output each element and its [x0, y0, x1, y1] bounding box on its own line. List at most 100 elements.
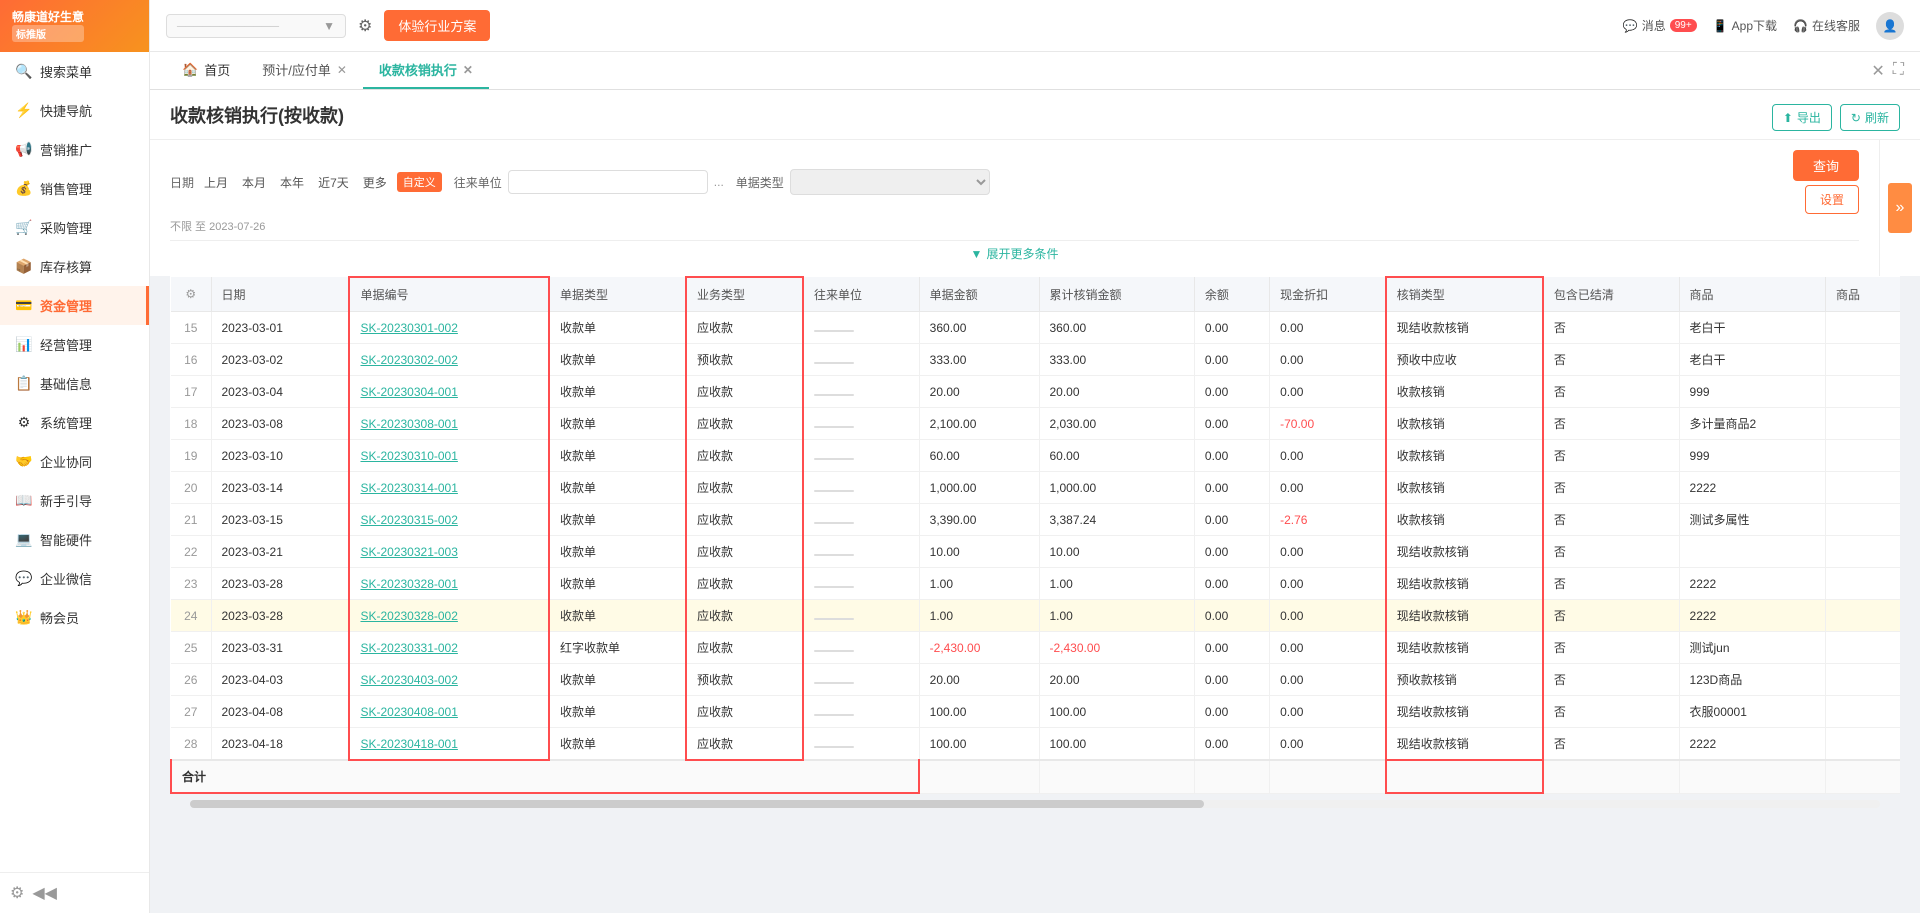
gear-button[interactable]: ⚙	[358, 16, 372, 36]
filter-expand-btn[interactable]: »	[1888, 183, 1912, 233]
settings-bottom-icon[interactable]: ⚙	[10, 883, 24, 903]
tab-prepay[interactable]: 预计/应付单 ✕	[246, 52, 363, 89]
cell-cum-amount: 60.00	[1039, 440, 1194, 472]
single-no-link[interactable]: SK-20230408-001	[360, 705, 457, 719]
sidebar-item-0[interactable]: 🔍搜索菜单	[0, 52, 149, 91]
cell-date: 2023-03-15	[211, 504, 349, 536]
th-include-settled: 包含已结清	[1543, 277, 1679, 312]
refresh-button[interactable]: ↻ 刷新	[1840, 104, 1900, 131]
sidebar-icon-11: 📖	[16, 493, 32, 509]
th-single-type: 单据类型	[549, 277, 686, 312]
date-custom-btn[interactable]: 自定义	[397, 172, 442, 192]
table-body: 15 2023-03-01 SK-20230301-002 收款单 应收款 36…	[171, 312, 1900, 761]
sidebar-label-0: 搜索菜单	[40, 62, 92, 81]
date-prev-month[interactable]: 上月	[200, 172, 232, 193]
sidebar-item-4[interactable]: 🛒采购管理	[0, 208, 149, 247]
single-no-link[interactable]: SK-20230315-002	[360, 513, 457, 527]
settings-button[interactable]: 设置	[1805, 185, 1859, 214]
cell-biz-type: 应收款	[686, 728, 803, 761]
sidebar-label-6: 资金管理	[40, 296, 92, 315]
industry-solution-button[interactable]: 体验行业方案	[384, 10, 490, 41]
table-footer-row: 合计	[171, 760, 1900, 793]
footer-cum	[1039, 760, 1194, 793]
online-service-button[interactable]: 🎧 在线客服	[1793, 17, 1860, 34]
tab-writeoff[interactable]: 收款核销执行 ✕	[363, 52, 489, 89]
single-no-link[interactable]: SK-20230328-002	[360, 609, 457, 623]
cell-write-off-type: 收款核销	[1386, 504, 1543, 536]
single-no-link[interactable]: SK-20230418-001	[360, 737, 457, 751]
single-no-link[interactable]: SK-20230301-002	[360, 321, 457, 335]
single-no-link[interactable]: SK-20230310-001	[360, 449, 457, 463]
voucher-type-filter: 单据类型	[736, 169, 990, 195]
sidebar-item-11[interactable]: 📖新手引导	[0, 481, 149, 520]
single-no-link[interactable]: SK-20230314-001	[360, 481, 457, 495]
tab-prepay-close[interactable]: ✕	[337, 63, 347, 77]
maximize-icon[interactable]: ⛶	[1893, 61, 1904, 81]
sidebar-label-7: 经营管理	[40, 335, 92, 354]
export-button[interactable]: ⬆ 导出	[1772, 104, 1832, 131]
single-no-link[interactable]: SK-20230328-001	[360, 577, 457, 591]
counterparty-input[interactable]	[508, 170, 708, 194]
th-balance: 余额	[1194, 277, 1269, 312]
sidebar-item-10[interactable]: 🤝企业协同	[0, 442, 149, 481]
single-no-link[interactable]: SK-20230304-001	[360, 385, 457, 399]
sidebar-item-9[interactable]: ⚙系统管理	[0, 403, 149, 442]
cell-single-type: 收款单	[549, 472, 686, 504]
cell-product: 2222	[1679, 600, 1826, 632]
th-settings[interactable]: ⚙	[171, 277, 211, 312]
counterparty-more-icon[interactable]: ...	[714, 175, 724, 189]
voucher-type-select[interactable]	[790, 169, 990, 195]
th-write-off-type: 核销类型	[1386, 277, 1543, 312]
app-download-button[interactable]: 📱 App下载	[1713, 17, 1777, 34]
sidebar-item-7[interactable]: 📊经营管理	[0, 325, 149, 364]
single-no-link[interactable]: SK-20230302-002	[360, 353, 457, 367]
cell-single-no: SK-20230328-002	[349, 600, 549, 632]
date-more[interactable]: 更多	[359, 172, 391, 193]
cell-balance: 0.00	[1194, 504, 1269, 536]
company-selector[interactable]: ──────────── ▼	[166, 14, 346, 38]
cell-product: 2222	[1679, 568, 1826, 600]
date-7days[interactable]: 近7天	[314, 172, 353, 193]
collapse-icon[interactable]: ◀◀	[32, 883, 57, 903]
sidebar-item-12[interactable]: 💻智能硬件	[0, 520, 149, 559]
single-no-link[interactable]: SK-20230403-002	[360, 673, 457, 687]
sidebar-item-2[interactable]: 📢营销推广	[0, 130, 149, 169]
sidebar-item-5[interactable]: 📦库存核算	[0, 247, 149, 286]
date-cur-month[interactable]: 本月	[238, 172, 270, 193]
messages-button[interactable]: 💬 消息 99+	[1623, 17, 1697, 34]
single-no-link[interactable]: SK-20230331-002	[360, 641, 457, 655]
date-cur-year[interactable]: 本年	[276, 172, 308, 193]
table-head: ⚙ 日期 单据编号 单据类型 业务类型 往来单位 单据金额 累计核销金额 余额 …	[171, 277, 1900, 312]
single-no-link[interactable]: SK-20230308-001	[360, 417, 457, 431]
horizontal-scrollbar[interactable]	[170, 800, 1900, 808]
expand-more-btn[interactable]: ▼ 展开更多条件	[170, 240, 1859, 266]
counterparty-value	[814, 330, 854, 332]
headset-icon: 🎧	[1793, 19, 1808, 33]
sidebar-item-3[interactable]: 💰销售管理	[0, 169, 149, 208]
content-area: 收款核销执行(按收款) ⬆ 导出 ↻ 刷新 日期	[150, 90, 1920, 913]
cell-cash-discount: -2.76	[1270, 504, 1386, 536]
sidebar-item-8[interactable]: 📋基础信息	[0, 364, 149, 403]
close-all-icon[interactable]: ✕	[1871, 61, 1884, 81]
counterparty-value	[814, 714, 854, 716]
cell-write-off-type: 收款核销	[1386, 408, 1543, 440]
tab-writeoff-close[interactable]: ✕	[463, 63, 473, 77]
cell-date: 2023-03-28	[211, 568, 349, 600]
tab-home[interactable]: 🏠 首页	[166, 52, 246, 89]
single-no-link[interactable]: SK-20230321-003	[360, 545, 457, 559]
counterparty-value	[814, 394, 854, 396]
cell-include-settled: 否	[1543, 408, 1679, 440]
cell-biz-type: 应收款	[686, 408, 803, 440]
table-row: 26 2023-04-03 SK-20230403-002 收款单 预收款 20…	[171, 664, 1900, 696]
query-button[interactable]: 查询	[1793, 150, 1859, 181]
sidebar-item-13[interactable]: 💬企业微信	[0, 559, 149, 598]
cell-biz-type: 应收款	[686, 536, 803, 568]
th-amount: 单据金额	[919, 277, 1039, 312]
cell-counterparty	[803, 472, 919, 504]
sidebar-item-1[interactable]: ⚡快捷导航	[0, 91, 149, 130]
sidebar-item-6[interactable]: 💳资金管理	[0, 286, 149, 325]
cell-single-no: SK-20230315-002	[349, 504, 549, 536]
sidebar-item-14[interactable]: 👑畅会员	[0, 598, 149, 637]
sidebar-icon-14: 👑	[16, 610, 32, 626]
cell-balance: 0.00	[1194, 728, 1269, 761]
